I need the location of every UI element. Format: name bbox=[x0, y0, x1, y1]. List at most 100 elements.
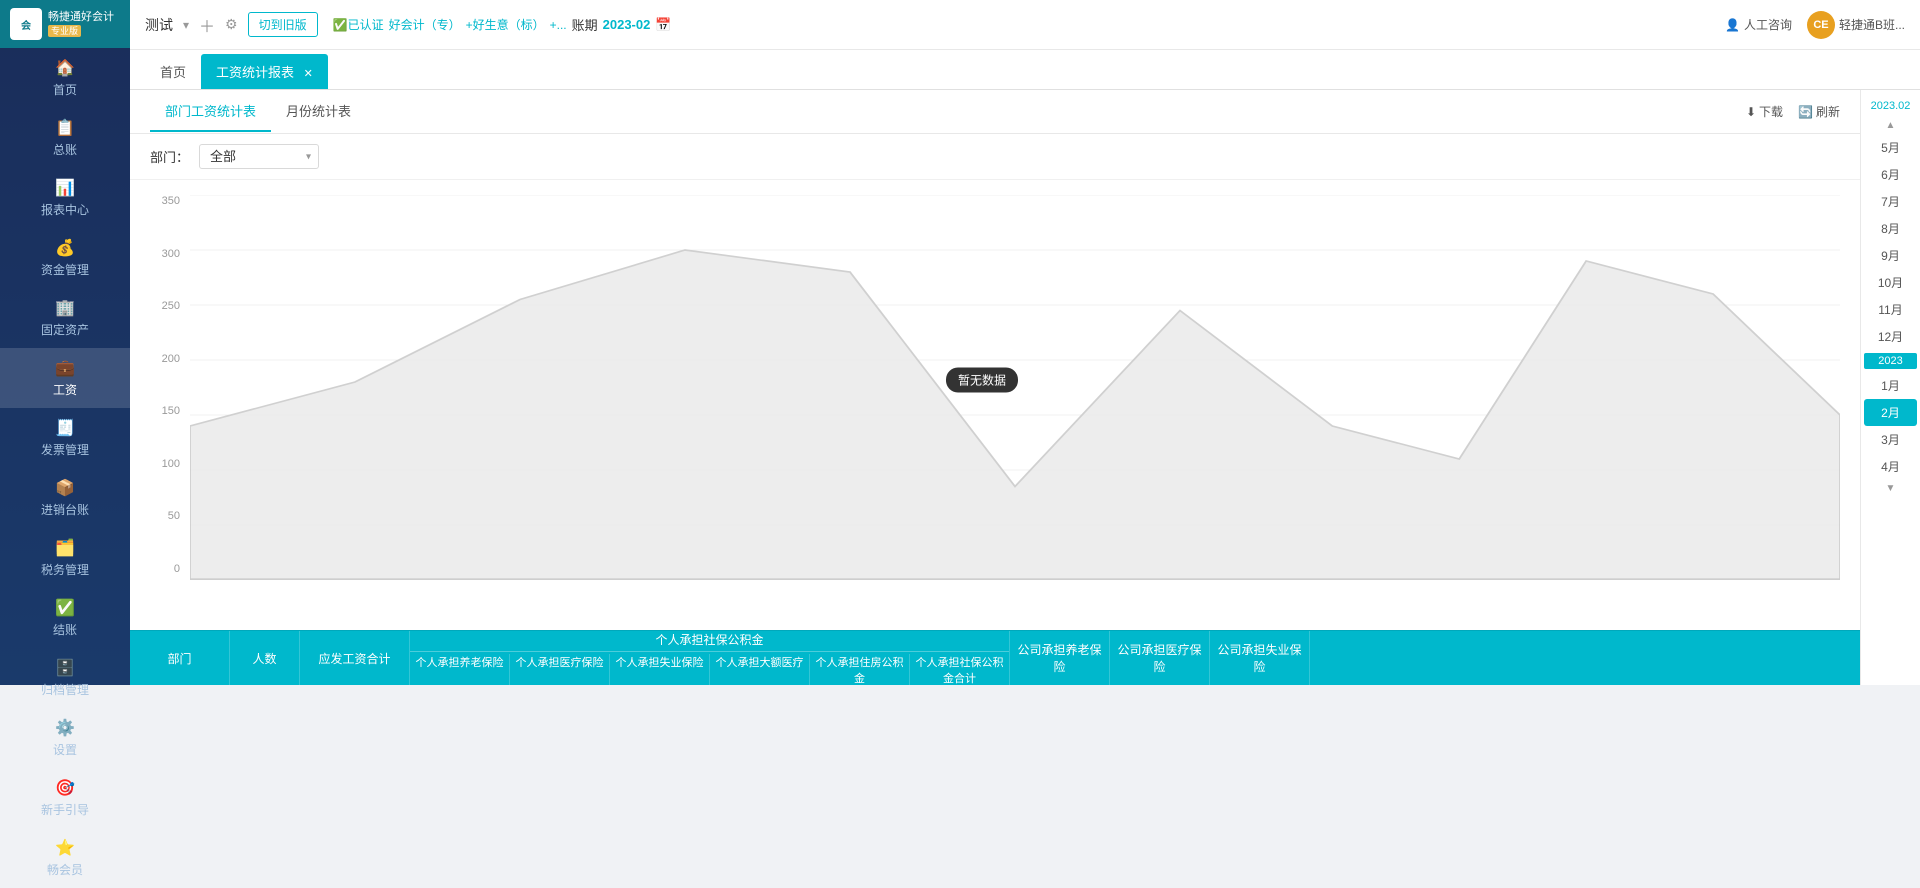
sidebar-label-assets: 固定资产 bbox=[41, 321, 89, 338]
th-personal-housing: 个人承担住房公积金 bbox=[810, 654, 910, 686]
sidebar-item-funds[interactable]: 💰 资金管理 bbox=[0, 228, 130, 288]
download-icon: ⬇ bbox=[1746, 105, 1756, 119]
panel-month-1[interactable]: 1月 bbox=[1861, 372, 1920, 399]
th-company-pension-label: 公司承担养老保险 bbox=[1013, 641, 1106, 675]
panel-month-4[interactable]: 4月 bbox=[1861, 453, 1920, 480]
sub-tab-dept[interactable]: 部门工资统计表 bbox=[150, 91, 271, 132]
th-company-pension: 公司承担养老保险 bbox=[1010, 631, 1110, 685]
sub-tabs: 部门工资统计表 月份统计表 ⬇ 下载 🔄 刷新 bbox=[130, 90, 1860, 134]
refresh-icon: 🔄 bbox=[1798, 105, 1813, 119]
more-badge: +... bbox=[550, 18, 567, 32]
ai-icon: 👤 bbox=[1725, 18, 1740, 32]
sidebar-item-guide[interactable]: 🎯 新手引导 bbox=[0, 768, 130, 828]
calendar-icon[interactable]: 📅 bbox=[655, 17, 671, 33]
th-personal-pension: 个人承担养老保险 bbox=[410, 654, 510, 686]
refresh-label: 刷新 bbox=[1816, 103, 1840, 120]
main-content: 测试 ▾ ＋ ⚙ 切到旧版 ✅已认证 好会计（专） +好生意（标） +... 账… bbox=[130, 0, 1920, 685]
ai-consult-btn[interactable]: 👤 人工咨询 bbox=[1725, 16, 1792, 33]
panel-current-date: 2023.02 bbox=[1868, 95, 1914, 117]
th-company-unemployment: 公司承担失业保险 bbox=[1210, 631, 1310, 685]
tab-salary-report-label: 工资统计报表 bbox=[216, 65, 294, 80]
dept-select[interactable]: 全部 财务部 人事部 销售部 bbox=[199, 144, 319, 169]
panel-month-9[interactable]: 9月 bbox=[1861, 242, 1920, 269]
sidebar-item-home[interactable]: 🏠 首页 bbox=[0, 48, 130, 108]
period-label: 账期 bbox=[572, 15, 598, 34]
th-personal-unemployment: 个人承担失业保险 bbox=[610, 654, 710, 686]
topbar-settings-icon[interactable]: ⚙ bbox=[225, 16, 238, 33]
th-personal-medical: 个人承担医疗保险 bbox=[510, 654, 610, 686]
y-axis-labels: 350 300 250 200 150 100 50 0 bbox=[150, 195, 185, 580]
settings-icon: ⚙️ bbox=[55, 718, 75, 738]
th-personal-major-medical: 个人承担大额医疗 bbox=[710, 654, 810, 686]
panel-month-2[interactable]: 2月 bbox=[1864, 399, 1917, 426]
sidebar-label-salary: 工资 bbox=[53, 381, 77, 398]
panel-month-12[interactable]: 12月 bbox=[1861, 323, 1920, 350]
chart-container: 350 300 250 200 150 100 50 0 bbox=[150, 195, 1840, 610]
close-period-icon: ✅ bbox=[55, 598, 75, 618]
sidebar-item-settings[interactable]: ⚙️ 设置 bbox=[0, 708, 130, 768]
panel-month-10[interactable]: 10月 bbox=[1861, 269, 1920, 296]
th-dept-label: 部门 bbox=[167, 650, 191, 667]
th-count: 人数 bbox=[230, 631, 300, 685]
th-count-label: 人数 bbox=[252, 650, 276, 667]
sidebar-item-assets[interactable]: 🏢 固定资产 bbox=[0, 288, 130, 348]
home-icon: 🏠 bbox=[55, 58, 75, 78]
invoice-icon: 🧾 bbox=[55, 418, 75, 438]
period-value: 2023-02 bbox=[603, 17, 651, 32]
sidebar-item-member[interactable]: ⭐ 畅会员 bbox=[0, 828, 130, 888]
th-group-cols: 个人承担养老保险 个人承担医疗保险 个人承担失业保险 个人承担大额医疗 个人承担… bbox=[410, 654, 1009, 686]
sidebar-item-close[interactable]: ✅ 结账 bbox=[0, 588, 130, 648]
good-biz-badge: +好生意（标） bbox=[466, 16, 545, 33]
content-wrapper: 部门工资统计表 月份统计表 ⬇ 下载 🔄 刷新 bbox=[130, 90, 1920, 685]
tab-home[interactable]: 首页 bbox=[145, 54, 201, 89]
panel-month-8[interactable]: 8月 bbox=[1861, 215, 1920, 242]
panel-month-7[interactable]: 7月 bbox=[1861, 188, 1920, 215]
panel-month-3[interactable]: 3月 bbox=[1861, 426, 1920, 453]
panel-month-11[interactable]: 11月 bbox=[1861, 296, 1920, 323]
tax-icon: 🗂️ bbox=[55, 538, 75, 558]
sidebar-item-archive[interactable]: 🗄️ 归档管理 bbox=[0, 648, 130, 708]
panel-up-arrow[interactable]: ▲ bbox=[1883, 117, 1899, 134]
salary-icon: 💼 bbox=[55, 358, 75, 378]
sidebar-label-ledger: 总账 bbox=[53, 141, 77, 158]
y-label-200: 200 bbox=[150, 353, 185, 365]
sidebar-item-tax[interactable]: 🗂️ 税务管理 bbox=[0, 528, 130, 588]
content-main: 部门工资统计表 月份统计表 ⬇ 下载 🔄 刷新 bbox=[130, 90, 1860, 685]
download-btn[interactable]: ⬇ 下载 bbox=[1746, 103, 1783, 120]
user-menu[interactable]: CE 轻捷通B班... bbox=[1807, 11, 1905, 39]
guide-icon: 🎯 bbox=[55, 778, 75, 798]
reports-icon: 📊 bbox=[55, 178, 75, 198]
ai-consult-label: 人工咨询 bbox=[1744, 16, 1792, 33]
sidebar-label-close: 结账 bbox=[53, 621, 77, 638]
sidebar-label-settings: 设置 bbox=[53, 741, 77, 758]
logo-badge: 专业版 bbox=[48, 25, 81, 37]
topbar: 测试 ▾ ＋ ⚙ 切到旧版 ✅已认证 好会计（专） +好生意（标） +... 账… bbox=[130, 0, 1920, 50]
panel-month-5[interactable]: 5月 bbox=[1861, 134, 1920, 161]
chart-area: 350 300 250 200 150 100 50 0 bbox=[130, 180, 1860, 630]
tab-home-label: 首页 bbox=[160, 65, 186, 80]
y-label-100: 100 bbox=[150, 458, 185, 470]
th-personal-total: 个人承担社保公积金合计 bbox=[910, 654, 1009, 686]
sidebar: 会 畅捷通好会计 专业版 🏠 首页 📋 总账 📊 报表中心 💰 资金管理 🏢 固… bbox=[0, 0, 130, 685]
y-label-50: 50 bbox=[150, 510, 185, 522]
sidebar-item-invoice[interactable]: 🧾 发票管理 bbox=[0, 408, 130, 468]
panel-down-arrow[interactable]: ▼ bbox=[1883, 480, 1899, 497]
sidebar-label-invoice: 发票管理 bbox=[41, 441, 89, 458]
filter-label: 部门： bbox=[150, 147, 189, 166]
chart-svg bbox=[190, 195, 1840, 580]
switch-to-old-btn[interactable]: 切到旧版 bbox=[248, 12, 318, 37]
tab-close-icon[interactable]: ✕ bbox=[304, 68, 313, 80]
sidebar-item-salary[interactable]: 💼 工资 bbox=[0, 348, 130, 408]
archive-icon: 🗄️ bbox=[55, 658, 75, 678]
topbar-dropdown-arrow[interactable]: ▾ bbox=[183, 18, 189, 32]
sidebar-label-home: 首页 bbox=[53, 81, 77, 98]
sub-tab-month[interactable]: 月份统计表 bbox=[271, 91, 366, 132]
sidebar-item-reports[interactable]: 📊 报表中心 bbox=[0, 168, 130, 228]
refresh-btn[interactable]: 🔄 刷新 bbox=[1798, 103, 1840, 120]
sidebar-item-ledger[interactable]: 📋 总账 bbox=[0, 108, 130, 168]
tab-salary-report[interactable]: 工资统计报表 ✕ bbox=[201, 54, 328, 89]
topbar-add-button[interactable]: ＋ bbox=[199, 13, 215, 37]
th-company-medical: 公司承担医疗保险 bbox=[1110, 631, 1210, 685]
panel-month-6[interactable]: 6月 bbox=[1861, 161, 1920, 188]
sidebar-item-purchase[interactable]: 📦 进销台账 bbox=[0, 468, 130, 528]
